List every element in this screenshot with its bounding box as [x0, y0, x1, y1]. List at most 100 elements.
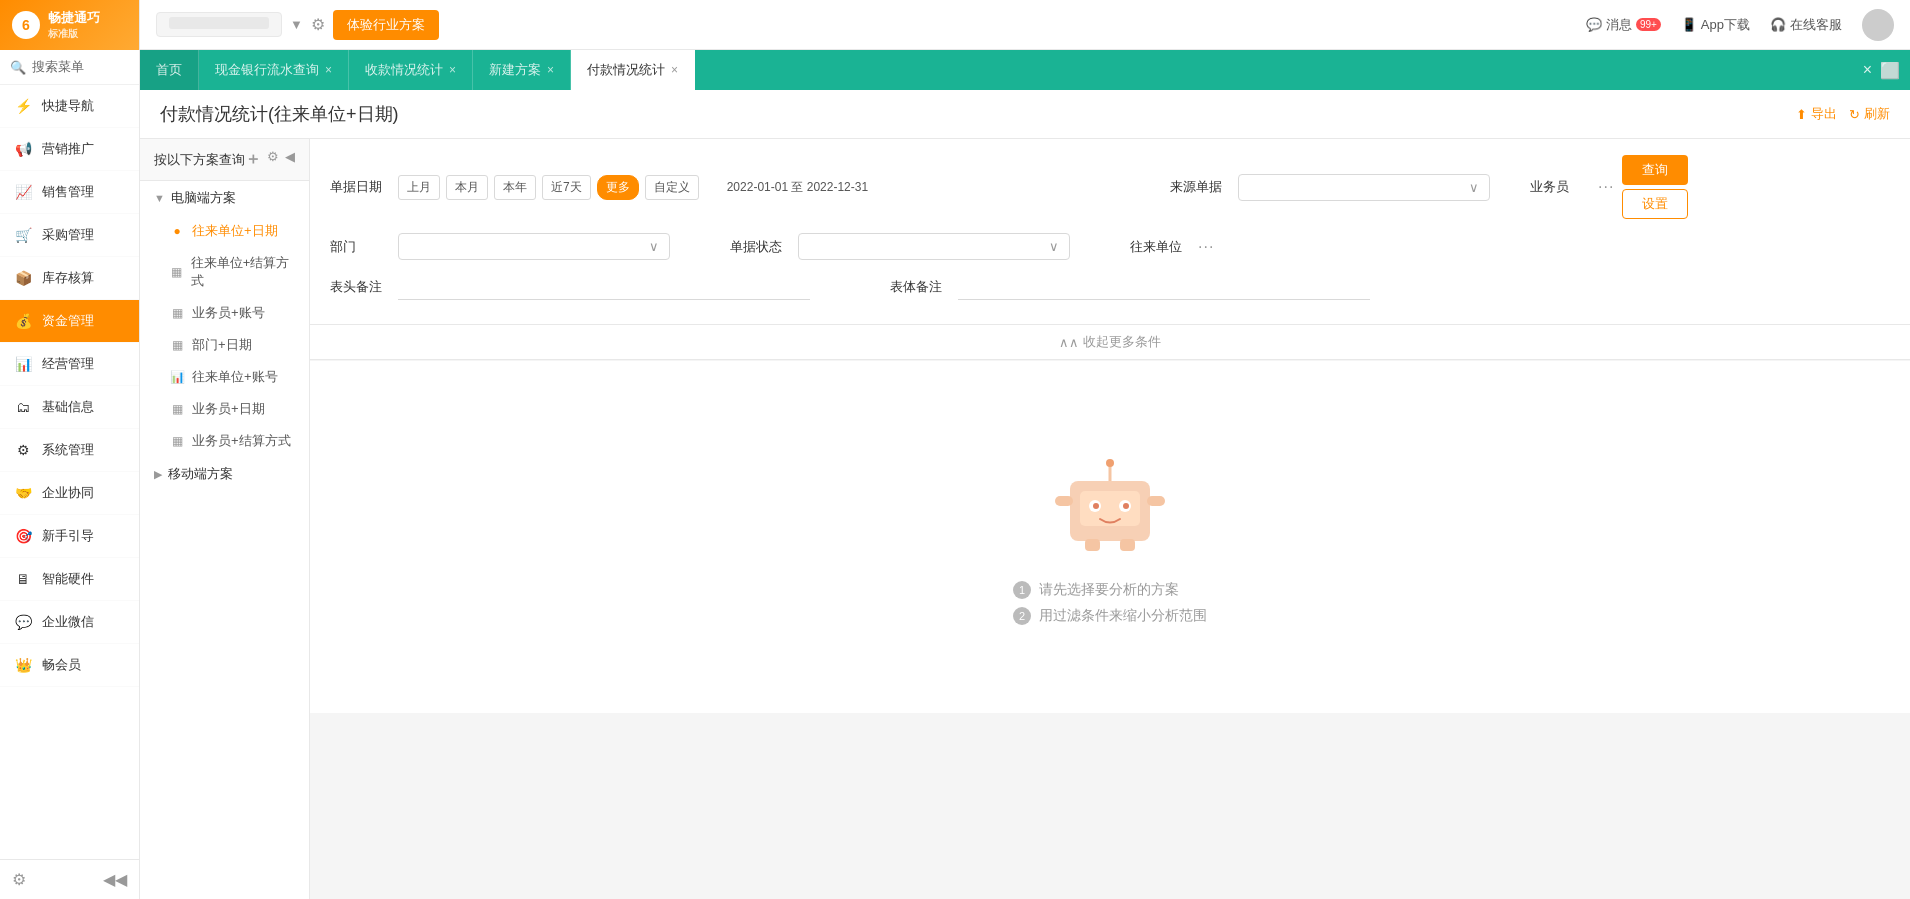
date-btn-last-month[interactable]: 上月 — [398, 175, 440, 200]
sidebar-item-marketing[interactable]: 📢 营销推广 — [0, 128, 139, 171]
settings-button[interactable]: 设置 — [1622, 189, 1688, 219]
tab-payment-stats[interactable]: 付款情况统计 × — [571, 50, 695, 90]
sidebar-item-inventory[interactable]: 📦 库存核算 — [0, 257, 139, 300]
page-actions: ⬆ 导出 ↻ 刷新 — [1796, 105, 1890, 123]
messages-item[interactable]: 💬 消息 99+ — [1586, 16, 1661, 34]
collapse-button[interactable]: ∧∧ 收起更多条件 — [1059, 333, 1161, 351]
sidebar-item-member[interactable]: 👑 畅会员 — [0, 644, 139, 687]
salesperson-filter-label: 业务员 — [1530, 178, 1590, 196]
doc-status-select[interactable]: ∨ — [798, 233, 1070, 260]
sidebar-item-beginner[interactable]: 🎯 新手引导 — [0, 515, 139, 558]
source-select[interactable]: ∨ — [1238, 174, 1490, 201]
app-download-item[interactable]: 📱 App下载 — [1681, 16, 1750, 34]
scheme-item-partner-account[interactable]: 📊 往来单位+账号 — [140, 361, 309, 393]
tab-home[interactable]: 首页 — [140, 50, 199, 90]
empty-illustration — [1050, 441, 1170, 561]
date-range-text: 2022-01-01 至 2022-12-31 — [727, 179, 868, 196]
partner-dots-btn[interactable]: ··· — [1198, 238, 1214, 256]
topbar-settings-icon[interactable]: ⚙ — [311, 15, 325, 34]
trial-button[interactable]: 体验行业方案 — [333, 10, 439, 40]
svg-rect-1 — [1080, 491, 1140, 526]
mobile-group-label: 移动端方案 — [168, 465, 233, 483]
scheme-item-partner-date[interactable]: ● 往来单位+日期 — [140, 215, 309, 247]
export-label: 导出 — [1811, 105, 1837, 123]
wechat-label: 企业微信 — [42, 613, 94, 631]
dept-select[interactable]: ∨ — [398, 233, 670, 260]
sidebar-search[interactable]: 🔍 搜索菜单 — [0, 50, 139, 85]
user-avatar[interactable] — [1862, 9, 1894, 41]
tab-bank-flow[interactable]: 现金银行流水查询 × — [199, 50, 349, 90]
topbar: ▼ ⚙ 体验行业方案 💬 消息 99+ 📱 App下载 🎧 在线客服 — [140, 0, 1910, 50]
date-btn-this-month[interactable]: 本月 — [446, 175, 488, 200]
sales-icon: 📈 — [12, 181, 34, 203]
empty-tip-row-2: 2 用过滤条件来缩小分析范围 — [1013, 607, 1207, 625]
layout-container: 按以下方案查询 ＋ ⚙ ◀ ▼ 电脑端方案 ● 往来单位+日期 — [140, 139, 1910, 899]
scheme-collapse-icon[interactable]: ◀ — [285, 149, 295, 170]
tip-text-1: 请先选择要分析的方案 — [1039, 581, 1179, 599]
scheme-item-sales-date[interactable]: ▦ 业务员+日期 — [140, 393, 309, 425]
operation-icon: 📊 — [12, 353, 34, 375]
tab-receipt-stats-close[interactable]: × — [449, 63, 456, 77]
online-service-item[interactable]: 🎧 在线客服 — [1770, 16, 1842, 34]
date-btn-7days[interactable]: 近7天 — [542, 175, 591, 200]
enterprise-icon: 🤝 — [12, 482, 34, 504]
salesperson-dots-btn[interactable]: ··· — [1598, 178, 1614, 196]
sidebar: 6 畅捷通巧 标准版 🔍 搜索菜单 ⚡ 快捷导航 📢 营销推广 📈 销售管理 🛒… — [0, 0, 140, 899]
header-note-filter-group: 表头备注 — [330, 274, 810, 300]
footer-collapse-icon[interactable]: ◀◀ — [103, 870, 127, 889]
sidebar-item-basic-info[interactable]: 🗂 基础信息 — [0, 386, 139, 429]
scheme-settings-icon[interactable]: ⚙ — [267, 149, 279, 170]
refresh-button[interactable]: ↻ 刷新 — [1849, 105, 1890, 123]
desktop-group-arrow: ▼ — [154, 192, 165, 204]
header-note-input[interactable] — [398, 274, 810, 300]
sales-payment-icon: ▦ — [168, 432, 186, 450]
address-dropdown-icon[interactable]: ▼ — [290, 17, 303, 32]
scheme-item-sales-payment[interactable]: ▦ 业务员+结算方式 — [140, 425, 309, 457]
basic-info-label: 基础信息 — [42, 398, 94, 416]
scheme-item-dept-date[interactable]: ▦ 部门+日期 — [140, 329, 309, 361]
date-btn-more[interactable]: 更多 — [597, 175, 639, 200]
body-note-filter-label: 表体备注 — [890, 278, 950, 296]
tab-new-scheme-label: 新建方案 — [489, 61, 541, 79]
scheme-item-sales-account[interactable]: ▦ 业务员+账号 — [140, 297, 309, 329]
add-scheme-icon[interactable]: ＋ — [245, 149, 261, 170]
mobile-group-title[interactable]: ▶ 移动端方案 — [140, 457, 309, 491]
scheme-item-partner-payment[interactable]: ▦ 往来单位+结算方式 — [140, 247, 309, 297]
sidebar-item-system[interactable]: ⚙ 系统管理 — [0, 429, 139, 472]
date-filter-label: 单据日期 — [330, 178, 390, 196]
scheme-panel-title: 按以下方案查询 — [154, 151, 245, 169]
operation-label: 经营管理 — [42, 355, 94, 373]
sidebar-item-wechat[interactable]: 💬 企业微信 — [0, 601, 139, 644]
main-area: ▼ ⚙ 体验行业方案 💬 消息 99+ 📱 App下载 🎧 在线客服 首页 — [140, 0, 1910, 899]
sidebar-item-quick-nav[interactable]: ⚡ 快捷导航 — [0, 85, 139, 128]
sales-date-label: 业务员+日期 — [192, 400, 265, 418]
partner-filter-group: 往来单位 ··· — [1130, 238, 1490, 256]
tab-bank-flow-close[interactable]: × — [325, 63, 332, 77]
sidebar-item-operation[interactable]: 📊 经营管理 — [0, 343, 139, 386]
app-version: 标准版 — [48, 27, 100, 41]
partner-date-label: 往来单位+日期 — [192, 222, 278, 240]
sidebar-item-enterprise[interactable]: 🤝 企业协同 — [0, 472, 139, 515]
sidebar-item-finance[interactable]: 💰 资金管理 — [0, 300, 139, 343]
sidebar-item-smart-hw[interactable]: 🖥 智能硬件 — [0, 558, 139, 601]
finance-icon: 💰 — [12, 310, 34, 332]
desktop-group-title[interactable]: ▼ 电脑端方案 — [140, 181, 309, 215]
tab-new-scheme[interactable]: 新建方案 × — [473, 50, 571, 90]
tab-maximize-icon[interactable]: ⬜ — [1880, 61, 1900, 80]
partner-account-label: 往来单位+账号 — [192, 368, 278, 386]
sidebar-item-purchase[interactable]: 🛒 采购管理 — [0, 214, 139, 257]
date-btn-custom[interactable]: 自定义 — [645, 175, 699, 200]
doc-status-filter-group: 单据状态 ∨ — [730, 233, 1070, 260]
system-icon: ⚙ — [12, 439, 34, 461]
tab-payment-stats-close[interactable]: × — [671, 63, 678, 77]
sales-label: 销售管理 — [42, 183, 94, 201]
footer-gear-icon[interactable]: ⚙ — [12, 870, 26, 889]
tab-new-scheme-close[interactable]: × — [547, 63, 554, 77]
tab-close-icon[interactable]: × — [1863, 61, 1872, 79]
date-btn-this-year[interactable]: 本年 — [494, 175, 536, 200]
export-button[interactable]: ⬆ 导出 — [1796, 105, 1837, 123]
body-note-input[interactable] — [958, 274, 1370, 300]
sidebar-item-sales[interactable]: 📈 销售管理 — [0, 171, 139, 214]
tab-receipt-stats[interactable]: 收款情况统计 × — [349, 50, 473, 90]
query-button[interactable]: 查询 — [1622, 155, 1688, 185]
